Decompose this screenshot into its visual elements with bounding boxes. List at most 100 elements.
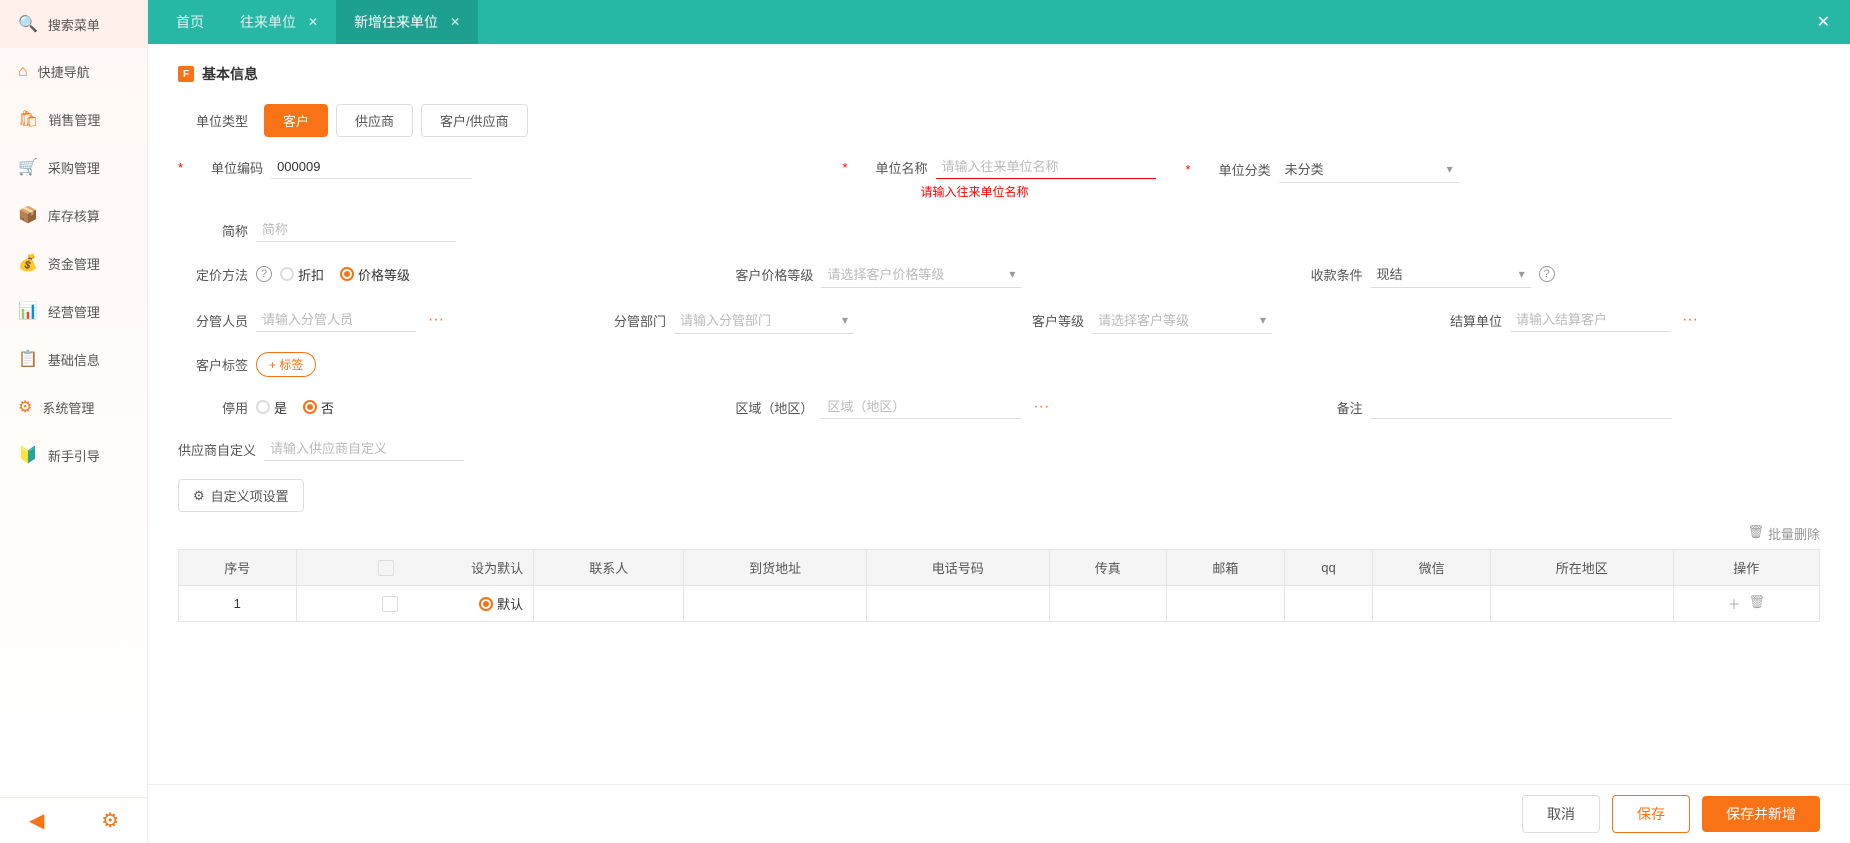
unit-code-input[interactable] — [271, 155, 471, 179]
cell-qq[interactable] — [1284, 586, 1373, 622]
abbreviation-field: 简称 — [178, 218, 1820, 242]
sidebar-bottom: ◀ ⚙ — [0, 797, 147, 843]
radio-disable-yes[interactable]: 是 — [256, 398, 287, 417]
add-row-btn[interactable]: ＋ — [1728, 594, 1741, 613]
cell-contact[interactable] — [534, 586, 684, 622]
tab-home[interactable]: 首页 — [158, 0, 222, 44]
pricing-help-icon[interactable]: ? — [256, 266, 272, 282]
region-ellipsis[interactable]: ··· — [1029, 398, 1053, 416]
payment-terms-select[interactable]: 现结 ▾ — [1371, 260, 1531, 288]
header-checkbox[interactable] — [378, 560, 394, 576]
type-btn-both[interactable]: 客户/供应商 — [421, 104, 528, 137]
sidebar-item-guide[interactable]: 🔰 新手引导 — [0, 431, 147, 479]
unit-category-label: 单位分类 — [1201, 160, 1271, 179]
sidebar-settings-btn[interactable]: ⚙ — [74, 798, 148, 843]
sidebar-item-sales[interactable]: 🛍 销售管理 — [0, 95, 147, 143]
radio-disable-no[interactable]: 否 — [303, 398, 334, 417]
customer-price-placeholder: 请选择客户价格等级 — [827, 264, 944, 283]
type-btn-supplier[interactable]: 供应商 — [336, 104, 413, 137]
cell-default: 默认 — [296, 586, 534, 622]
search-icon: 🔍 — [18, 14, 38, 34]
settlement-ellipsis[interactable]: ··· — [1678, 311, 1702, 329]
tab-contacts-label: 往来单位 — [240, 12, 296, 32]
manager-input[interactable] — [256, 308, 416, 332]
cell-email[interactable] — [1167, 586, 1285, 622]
customer-price-select[interactable]: 请选择客户价格等级 ▾ — [821, 260, 1021, 288]
contact-table: 序号 设为默认 联系人 到货地址 电话号码 传真 邮箱 qq 微信 所在地区 — [178, 549, 1820, 622]
sidebar-item-system[interactable]: ⚙ 系统管理 — [0, 383, 147, 431]
department-field: 分管部门 请输入分管部门 ▾ — [596, 306, 984, 334]
delete-row-btn[interactable]: 🗑 — [1749, 594, 1766, 613]
disable-field: 停用 是 否 — [178, 398, 705, 417]
radio-discount-label: 折扣 — [298, 265, 324, 284]
sidebar-item-operations[interactable]: 📊 经营管理 — [0, 287, 147, 335]
department-placeholder: 请输入分管部门 — [680, 310, 771, 329]
settlement-input[interactable] — [1510, 308, 1670, 332]
tab-contacts[interactable]: 往来单位 ✕ — [222, 0, 336, 44]
payment-help-icon[interactable]: ? — [1539, 266, 1555, 282]
type-btn-customer[interactable]: 客户 — [264, 104, 328, 137]
cell-wechat[interactable] — [1373, 586, 1491, 622]
note-input[interactable] — [1371, 395, 1671, 419]
supplier-custom-field: 供应商自定义 — [178, 437, 1820, 461]
region-label: 区域（地区） — [735, 398, 813, 417]
supplier-custom-label: 供应商自定义 — [178, 440, 256, 459]
department-select[interactable]: 请输入分管部门 ▾ — [674, 306, 854, 334]
customer-level-select[interactable]: 请选择客户等级 ▾ — [1092, 306, 1272, 334]
table-header-row: 序号 设为默认 联系人 到货地址 电话号码 传真 邮箱 qq 微信 所在地区 — [179, 550, 1820, 586]
settlement-label: 结算单位 — [1432, 311, 1502, 330]
operations-icon: 📊 — [18, 301, 38, 321]
abbreviation-input[interactable] — [256, 218, 456, 242]
sidebar-item-inventory[interactable]: 📦 库存核算 — [0, 191, 147, 239]
section-title-text: 基本信息 — [202, 64, 258, 84]
add-tag-btn[interactable]: + 标签 — [256, 352, 316, 377]
sidebar-item-quick-nav[interactable]: ⌂ 快捷导航 — [0, 48, 147, 95]
row-checkbox[interactable] — [382, 596, 398, 612]
sidebar-item-finance[interactable]: 💰 资金管理 — [0, 239, 147, 287]
default-radio: 默认 — [479, 594, 523, 613]
customer-level-field: 客户等级 请选择客户等级 ▾ — [1014, 306, 1402, 334]
pricing-row: 定价方法 ? 折扣 价格等级 客户价格等级 请选择客户价格等级 — [178, 260, 1820, 288]
manager-ellipsis[interactable]: ··· — [424, 311, 448, 329]
save-new-button[interactable]: 保存并新增 — [1702, 796, 1820, 832]
radio-price-level[interactable]: 价格等级 — [340, 265, 410, 284]
unit-name-input[interactable] — [936, 155, 1156, 179]
disable-radio-group: 是 否 — [256, 398, 334, 417]
sidebar-item-purchase[interactable]: 🛒 采购管理 — [0, 143, 147, 191]
window-close-btn[interactable]: ✕ — [1807, 12, 1840, 32]
unit-name-label: 单位名称 — [858, 158, 928, 177]
radio-discount-circle — [280, 267, 294, 281]
default-radio-circle[interactable] — [479, 597, 493, 611]
chevron-down-icon: ▾ — [1519, 267, 1525, 281]
tab-new-contact[interactable]: 新增往来单位 ✕ — [336, 0, 478, 44]
cell-fax[interactable] — [1049, 586, 1167, 622]
sidebar-item-search[interactable]: 🔍 搜索菜单 — [0, 0, 147, 48]
section-flag-icon: F — [178, 66, 194, 82]
custom-settings-btn[interactable]: ⚙ 自定义项设置 — [178, 479, 304, 512]
save-button[interactable]: 保存 — [1612, 795, 1690, 833]
supplier-custom-input[interactable] — [264, 437, 464, 461]
unit-category-select[interactable]: 未分类 ▾ — [1279, 155, 1459, 183]
sidebar-item-basic-info[interactable]: 📋 基础信息 — [0, 335, 147, 383]
cell-phone[interactable] — [866, 586, 1049, 622]
radio-discount[interactable]: 折扣 — [280, 265, 324, 284]
radio-yes-label: 是 — [274, 398, 287, 417]
chevron-down-icon: ▾ — [1447, 162, 1453, 176]
sidebar-item-label: 采购管理 — [48, 158, 100, 177]
note-field: 备注 — [1293, 395, 1820, 419]
unit-category-field: * 单位分类 未分类 ▾ — [1186, 155, 1820, 183]
tab-new-contact-close[interactable]: ✕ — [450, 15, 460, 29]
cancel-button[interactable]: 取消 — [1522, 795, 1600, 833]
region-input[interactable] — [821, 395, 1021, 419]
tab-contacts-close[interactable]: ✕ — [308, 15, 318, 29]
chevron-down-icon: ▾ — [842, 313, 848, 327]
unit-category-value: 未分类 — [1285, 159, 1324, 178]
batch-delete-label[interactable]: 批量删除 — [1768, 524, 1820, 543]
sidebar-collapse-btn[interactable]: ◀ — [0, 798, 74, 843]
cell-index: 1 — [179, 586, 297, 622]
cell-region[interactable] — [1490, 586, 1673, 622]
tab-new-contact-label: 新增往来单位 — [354, 12, 438, 32]
cell-address[interactable] — [684, 586, 867, 622]
customer-tag-field: 客户标签 + 标签 — [178, 352, 1820, 377]
sidebar-item-label: 系统管理 — [42, 398, 94, 417]
